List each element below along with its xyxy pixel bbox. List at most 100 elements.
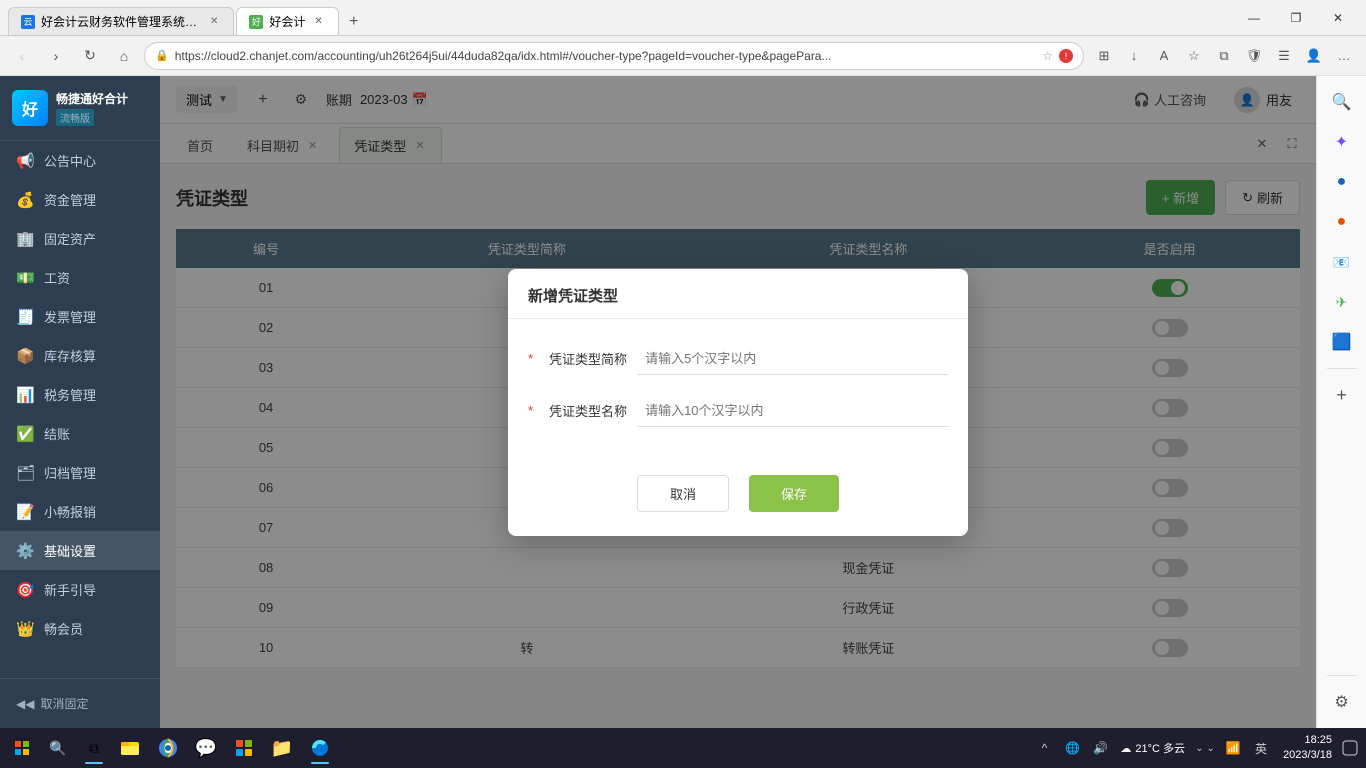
split-view-button[interactable]: ⧉ xyxy=(1210,42,1238,70)
right-blue-btn[interactable]: ● xyxy=(1324,164,1360,200)
window-controls: — ❐ ✕ xyxy=(1234,4,1358,32)
right-settings-button[interactable]: ⚙ xyxy=(1324,684,1360,720)
toolbar-icons: ⊞ ↓ A ☆ ⧉ 🛡 ☰ 👤 … xyxy=(1090,42,1358,70)
save-button[interactable]: 保存 xyxy=(749,475,839,512)
font-button[interactable]: A xyxy=(1150,42,1178,70)
right-orange-btn[interactable]: ● xyxy=(1324,204,1360,240)
short-name-input[interactable] xyxy=(637,343,948,375)
taskbar: 🔍 ⧉ 💬 📁 xyxy=(0,728,1366,768)
taskbar-app-filemanager[interactable]: 📁 xyxy=(264,730,300,766)
sidebar-item-announcement-label: 公告中心 xyxy=(44,151,96,170)
weather-display: ☁ 21°C 多云 xyxy=(1116,740,1189,756)
systray-lang[interactable]: 英 xyxy=(1249,736,1273,760)
extensions-button[interactable]: ⊞ xyxy=(1090,42,1118,70)
short-name-label: 凭证类型简称 xyxy=(537,349,627,368)
sidebar-item-report[interactable]: 📝 小畅报销 xyxy=(0,492,160,531)
taskbar-app-wechat[interactable]: 💬 xyxy=(188,730,224,766)
taskbar-app-chrome[interactable] xyxy=(150,730,186,766)
back-button[interactable]: ‹ xyxy=(8,42,36,70)
systray-wifi[interactable]: 📶 xyxy=(1221,736,1245,760)
minimize-button[interactable]: — xyxy=(1234,4,1274,32)
new-tab-button[interactable]: + xyxy=(341,9,367,35)
right-search-button[interactable]: 🔍 xyxy=(1324,84,1360,120)
tab-bar: 云 好会计云财务软件管理系统_会计 ✕ 好 好会计 ✕ + xyxy=(8,0,1234,35)
dialog-title: 新增凭证类型 xyxy=(528,288,618,305)
inventory-icon: 📦 xyxy=(16,347,34,365)
short-name-field: * 凭证类型简称 xyxy=(528,343,948,375)
save-page-button[interactable]: ↓ xyxy=(1120,42,1148,70)
right-ai-button[interactable]: ✦ xyxy=(1324,124,1360,160)
taskbar-app-store[interactable] xyxy=(226,730,262,766)
systray-sound[interactable]: 🔊 xyxy=(1088,736,1112,760)
right-add-button[interactable]: + xyxy=(1324,377,1360,413)
tax-icon: 📊 xyxy=(16,386,34,404)
sidebar-item-invoice[interactable]: 🧾 发票管理 xyxy=(0,297,160,336)
sidebar-item-salary-label: 工资 xyxy=(44,268,70,287)
cancel-button[interactable]: 取消 xyxy=(637,475,729,512)
logo-icon: 好 xyxy=(12,90,48,126)
browser-tab-2[interactable]: 好 好会计 ✕ xyxy=(236,7,338,35)
forward-button[interactable]: › xyxy=(42,42,70,70)
sidebar-logo[interactable]: 好 畅捷通好合计 流畅版 xyxy=(0,76,160,141)
taskbar-app-taskview[interactable]: ⧉ xyxy=(76,730,112,766)
unpin-button[interactable]: ◀◀ 取消固定 xyxy=(0,687,160,720)
close-button[interactable]: ✕ xyxy=(1318,4,1358,32)
full-name-label: 凭证类型名称 xyxy=(537,401,627,420)
systray-network[interactable]: 🌐 xyxy=(1060,736,1084,760)
sidebar-item-inventory[interactable]: 📦 库存核算 xyxy=(0,336,160,375)
maximize-button[interactable]: ❐ xyxy=(1276,4,1316,32)
sidebar-item-announcement[interactable]: 📢 公告中心 xyxy=(0,141,160,180)
taskbar-clock[interactable]: 18:25 2023/3/18 xyxy=(1277,733,1338,764)
more-button[interactable]: … xyxy=(1330,42,1358,70)
sidebar-item-settings[interactable]: ⚙️ 基础设置 xyxy=(0,531,160,570)
reload-button[interactable]: ↻ xyxy=(76,42,104,70)
browser-toolbar: ‹ › ↻ ⌂ 🔒 https://cloud2.chanjet.com/acc… xyxy=(0,36,1366,76)
full-name-required-marker: * xyxy=(528,403,533,418)
right-green-btn[interactable]: ✈ xyxy=(1324,284,1360,320)
start-button[interactable] xyxy=(4,730,40,766)
full-name-field: * 凭证类型名称 xyxy=(528,395,948,427)
sidebar-item-fund[interactable]: 💰 资金管理 xyxy=(0,180,160,219)
right-outlook-btn[interactable]: 📧 xyxy=(1324,244,1360,280)
address-bar[interactable]: 🔒 https://cloud2.chanjet.com/accounting/… xyxy=(144,42,1084,70)
home-button[interactable]: ⌂ xyxy=(110,42,138,70)
clock-date: 2023/3/18 xyxy=(1283,748,1332,763)
short-name-required-marker: * xyxy=(528,351,533,366)
notification-button[interactable] xyxy=(1338,736,1362,760)
taskbar-app-edge[interactable] xyxy=(302,730,338,766)
sidebar-item-archive[interactable]: 🗂 归档管理 xyxy=(0,453,160,492)
new-voucher-type-dialog: 新增凭证类型 * 凭证类型简称 * 凭证类型名称 xyxy=(508,269,968,536)
fund-icon: 💰 xyxy=(16,191,34,209)
shield-button[interactable]: 🛡 xyxy=(1240,42,1268,70)
sidebar-item-fixed-assets[interactable]: 🏢 固定资产 xyxy=(0,219,160,258)
systray-chevron[interactable]: ^ xyxy=(1032,736,1056,760)
unpin-icon: ◀◀ xyxy=(16,697,34,711)
sidebar: 好 畅捷通好合计 流畅版 📢 公告中心 💰 资金管理 🏢 固定资产 💵 工 xyxy=(0,76,160,728)
main-content: 测试 ▼ + ⚙ 账期 2023-03 📅 🎧 人工咨询 👤 用友 xyxy=(160,76,1316,728)
browser-tab-1[interactable]: 云 好会计云财务软件管理系统_会计 ✕ xyxy=(8,7,234,35)
sidebar-item-inventory-label: 库存核算 xyxy=(44,346,96,365)
sidebar-item-guide[interactable]: 🎯 新手引导 xyxy=(0,570,160,609)
browser-tab-1-close[interactable]: ✕ xyxy=(207,15,221,28)
profile-button[interactable]: 👤 xyxy=(1300,42,1328,70)
bookmark-button[interactable]: ☆ xyxy=(1180,42,1208,70)
weather-icon: ☁ xyxy=(1120,742,1131,755)
collection-button[interactable]: ☰ xyxy=(1270,42,1298,70)
full-name-input[interactable] xyxy=(637,395,948,427)
sidebar-item-tax[interactable]: 📊 税务管理 xyxy=(0,375,160,414)
sidebar-item-settle[interactable]: ✅ 结账 xyxy=(0,414,160,453)
lang-label: 英 xyxy=(1255,740,1267,757)
browser-tab-2-close[interactable]: ✕ xyxy=(311,15,325,28)
right-blue2-btn[interactable]: 🟦 xyxy=(1324,324,1360,360)
sidebar-item-tax-label: 税务管理 xyxy=(44,385,96,404)
sidebar-item-member[interactable]: 👑 畅会员 xyxy=(0,609,160,648)
logo-text-block: 畅捷通好合计 流畅版 xyxy=(56,90,128,126)
guide-icon: 🎯 xyxy=(16,581,34,599)
fixed-assets-icon: 🏢 xyxy=(16,230,34,248)
sidebar-item-salary[interactable]: 💵 工资 xyxy=(0,258,160,297)
settings-icon: ⚙️ xyxy=(16,542,34,560)
taskbar-search-button[interactable]: 🔍 xyxy=(40,730,76,766)
logo-name: 畅捷通好合计 xyxy=(56,90,128,107)
systray-chevrons[interactable]: ⌄ ⌄ xyxy=(1193,736,1217,760)
taskbar-app-explorer[interactable] xyxy=(112,730,148,766)
